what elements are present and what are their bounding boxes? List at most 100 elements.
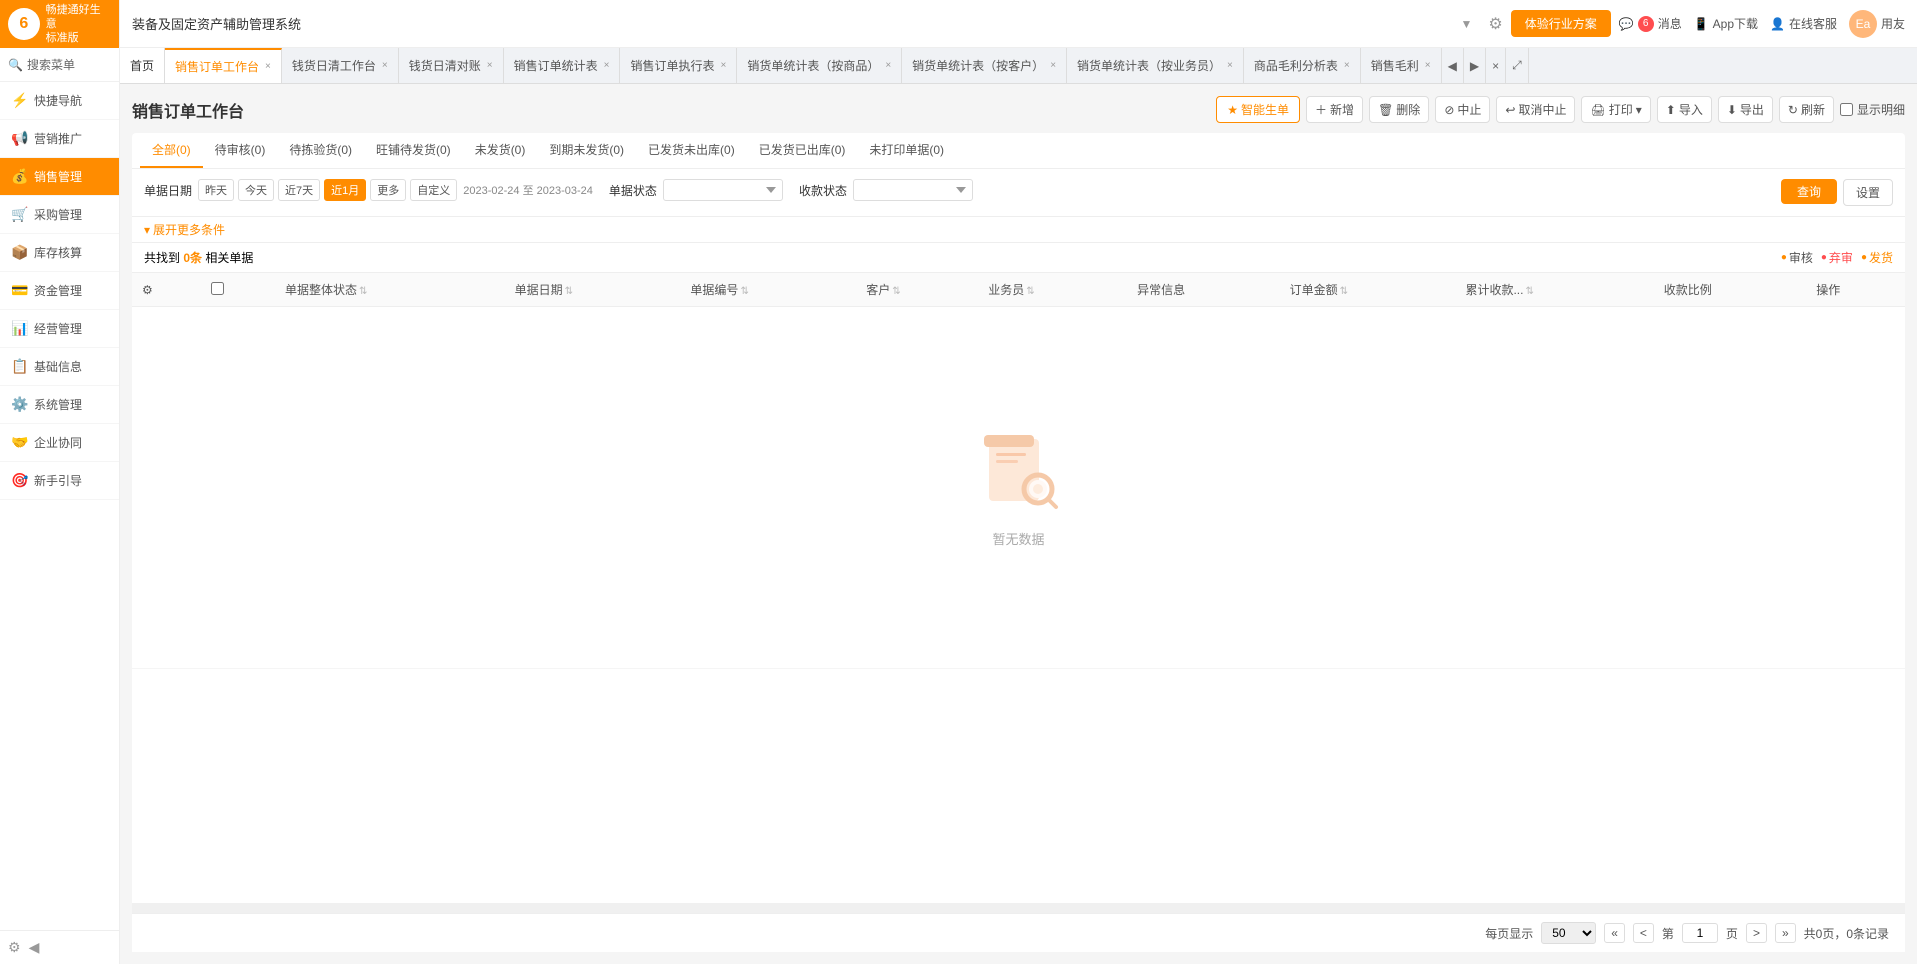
page-size-select[interactable]: 102050100: [1541, 922, 1596, 944]
col-settings-icon[interactable]: ⚙: [142, 283, 153, 297]
show-detail-label[interactable]: 显示明细: [1840, 101, 1905, 118]
date-btn-自定义[interactable]: 自定义: [410, 179, 457, 201]
sub-tab-all[interactable]: 全部(0): [140, 133, 203, 168]
tab-cash-daily-workbench[interactable]: 钱货日清工作台×: [282, 48, 399, 84]
sidebar-item-base-info[interactable]: 📋基础信息: [0, 348, 119, 386]
sub-tab-wangpu-pending[interactable]: 旺铺待发货(0): [364, 133, 463, 168]
col-header-number[interactable]: 单据编号⇅: [680, 273, 856, 307]
page-input[interactable]: [1682, 923, 1718, 943]
expand-more-btn[interactable]: ▾ 展开更多条件: [144, 221, 1893, 238]
nav-label-inventory: 库存核算: [34, 244, 82, 261]
refresh-btn[interactable]: ↻ 刷新: [1779, 96, 1834, 123]
col-header-amount[interactable]: 订单金额⇅: [1280, 273, 1456, 307]
date-btn-更多[interactable]: 更多: [370, 179, 406, 201]
horizontal-scrollbar[interactable]: [132, 903, 1905, 913]
cancel-review-action-btn[interactable]: ● 弃审: [1821, 249, 1853, 266]
tab-sales-stats-staff[interactable]: 销货单统计表（按业务员）×: [1067, 48, 1244, 84]
col-header-customer[interactable]: 客户⇅: [856, 273, 978, 307]
tab-product-margin[interactable]: 商品毛利分析表×: [1244, 48, 1361, 84]
message-btn[interactable]: 💬 6 消息: [1619, 15, 1682, 32]
sidebar-search[interactable]: 🔍 搜索菜单: [0, 48, 119, 82]
sidebar-item-sales[interactable]: 💰销售管理: [0, 158, 119, 196]
first-page-btn[interactable]: «: [1604, 923, 1625, 943]
user-area[interactable]: Ea 用友: [1849, 10, 1905, 38]
date-btn-今天[interactable]: 今天: [238, 179, 274, 201]
sidebar-item-quick-nav[interactable]: ⚡快捷导航: [0, 82, 119, 120]
sidebar-item-system[interactable]: ⚙️系统管理: [0, 386, 119, 424]
next-page-btn[interactable]: >: [1746, 923, 1767, 943]
cancel-stop-btn[interactable]: ↩ 取消中止: [1496, 96, 1575, 123]
col-header-collected[interactable]: 累计收款...⇅: [1455, 273, 1653, 307]
select-all-checkbox[interactable]: [211, 282, 224, 295]
tab-close-sales-stats-product[interactable]: ×: [885, 60, 891, 71]
sub-tab-pending-check[interactable]: 待拣验货(0): [277, 133, 364, 168]
tab-expand-btn[interactable]: ⤢: [1506, 48, 1529, 84]
tab-prev-btn[interactable]: ◀: [1442, 48, 1464, 84]
sidebar-item-guide[interactable]: 🎯新手引导: [0, 462, 119, 500]
user-avatar: Ea: [1849, 10, 1877, 38]
tab-close-all-btn[interactable]: ×: [1486, 48, 1506, 84]
tab-sales-order-stats[interactable]: 销售订单统计表×: [504, 48, 621, 84]
import-btn[interactable]: ⬆ 导入: [1657, 96, 1712, 123]
tab-sales-order-exec[interactable]: 销售订单执行表×: [620, 48, 737, 84]
app-download-btn[interactable]: 📱 App下载: [1694, 15, 1758, 32]
sidebar-item-finance[interactable]: 💳资金管理: [0, 272, 119, 310]
col-header-staff[interactable]: 业务员⇅: [978, 273, 1127, 307]
online-service-btn[interactable]: 👤 在线客服: [1770, 15, 1837, 32]
review-action-btn[interactable]: ● 审核: [1781, 249, 1813, 266]
purchase-icon: 🛒: [12, 207, 28, 223]
sidebar-item-inventory[interactable]: 📦库存核算: [0, 234, 119, 272]
tab-close-sales-order-exec[interactable]: ×: [720, 60, 726, 71]
tab-close-cash-goods-reconcile[interactable]: ×: [487, 60, 493, 71]
sub-tab-shipped-out[interactable]: 已发货已出库(0): [747, 133, 858, 168]
col-header-status[interactable]: 单据整体状态⇅: [275, 273, 505, 307]
payment-select[interactable]: [853, 179, 973, 201]
print-btn[interactable]: 🖨 打印 ▾: [1581, 96, 1650, 123]
ship-action-btn[interactable]: ● 发货: [1861, 249, 1893, 266]
delete-btn[interactable]: 🗑 删除: [1369, 96, 1429, 123]
sub-tab-expired-unshipped[interactable]: 到期未发货(0): [537, 133, 636, 168]
sub-tab-unprinted[interactable]: 未打印单据(0): [857, 133, 956, 168]
tab-home[interactable]: 首页: [120, 48, 165, 84]
last-page-btn[interactable]: »: [1775, 923, 1796, 943]
industry-btn[interactable]: 体验行业方案: [1511, 10, 1611, 37]
tab-sales-stats-product[interactable]: 销货单统计表（按商品）×: [737, 48, 902, 84]
date-btn-昨天[interactable]: 昨天: [198, 179, 234, 201]
date-btn-近7天[interactable]: 近7天: [278, 179, 320, 201]
tab-sales-order-workbench[interactable]: 销售订单工作台×: [165, 48, 282, 84]
expand-icon[interactable]: ▼: [1460, 17, 1472, 31]
tab-close-sales-order-workbench[interactable]: ×: [265, 61, 271, 72]
prev-page-btn[interactable]: <: [1633, 923, 1654, 943]
export-btn[interactable]: ⬇ 导出: [1718, 96, 1773, 123]
tab-close-sales-order-stats[interactable]: ×: [604, 60, 610, 71]
sub-tab-unshipped[interactable]: 未发货(0): [463, 133, 538, 168]
status-select[interactable]: [663, 179, 783, 201]
stop-btn[interactable]: ⊘ 中止: [1435, 96, 1490, 123]
gear-icon[interactable]: ⚙: [1488, 14, 1502, 34]
smart-generate-btn[interactable]: ★ 智能生单: [1216, 96, 1300, 123]
collapse-icon[interactable]: ◀: [29, 939, 40, 956]
sub-tab-shipped-not-out[interactable]: 已发货未出库(0): [636, 133, 747, 168]
sidebar-item-marketing[interactable]: 📢营销推广: [0, 120, 119, 158]
sidebar-item-operations[interactable]: 📊经营管理: [0, 310, 119, 348]
tab-close-sales-stats-staff[interactable]: ×: [1227, 60, 1233, 71]
tab-close-sales-gross[interactable]: ×: [1425, 60, 1431, 71]
col-header-date[interactable]: 单据日期⇅: [505, 273, 681, 307]
tab-close-cash-daily-workbench[interactable]: ×: [382, 60, 388, 71]
add-btn[interactable]: ＋ 新增: [1306, 96, 1363, 123]
tab-sales-stats-customer[interactable]: 销货单统计表（按客户）×: [902, 48, 1067, 84]
settings-bottom-icon[interactable]: ⚙: [8, 939, 21, 956]
tab-close-product-margin[interactable]: ×: [1344, 60, 1350, 71]
tab-close-sales-stats-customer[interactable]: ×: [1050, 60, 1056, 71]
tab-sales-gross[interactable]: 销售毛利×: [1361, 48, 1442, 84]
tab-cash-goods-reconcile[interactable]: 钱货日清对账×: [399, 48, 504, 84]
query-btn[interactable]: 查询: [1781, 179, 1837, 204]
sub-tab-pending-review[interactable]: 待审核(0): [203, 133, 278, 168]
show-detail-checkbox[interactable]: [1840, 103, 1853, 116]
sidebar-item-enterprise[interactable]: 🤝企业协同: [0, 424, 119, 462]
date-btn-近1月[interactable]: 近1月: [324, 179, 366, 201]
filter-status-item: 单据状态: [609, 179, 783, 201]
sidebar-item-purchase[interactable]: 🛒采购管理: [0, 196, 119, 234]
set-btn[interactable]: 设置: [1843, 179, 1893, 206]
tab-next-btn[interactable]: ▶: [1464, 48, 1486, 84]
